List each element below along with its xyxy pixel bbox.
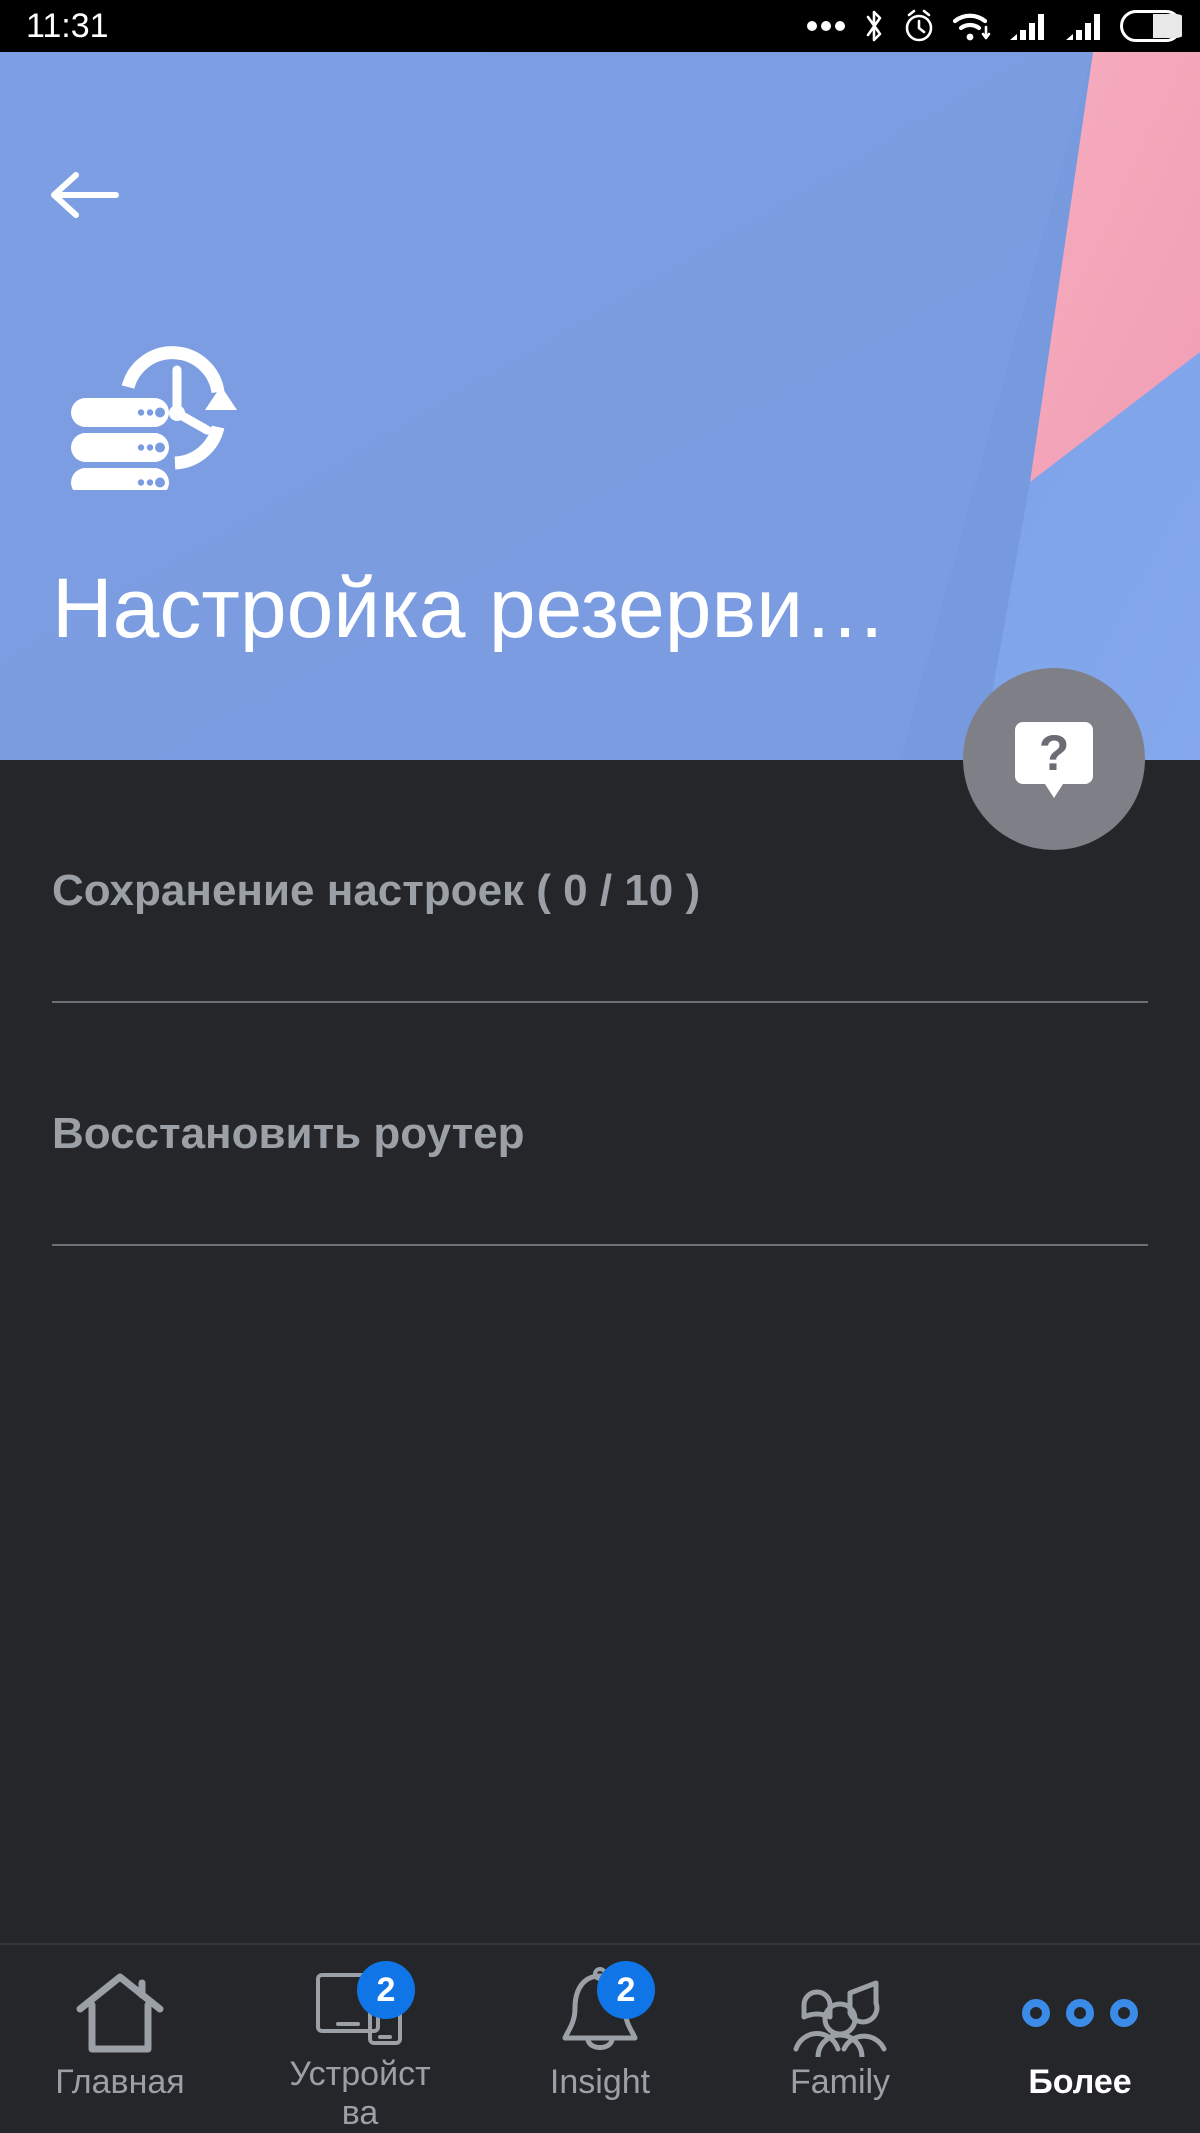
nav-item-home[interactable]: Главная bbox=[0, 1945, 240, 2133]
status-bar-clock: 11:31 bbox=[26, 7, 109, 45]
nav-icon-devices-wrap: 2 bbox=[305, 1961, 415, 2053]
back-arrow-icon bbox=[51, 172, 119, 218]
nav-label-more: Более bbox=[1028, 2063, 1132, 2101]
bluetooth-icon bbox=[862, 8, 886, 44]
nav-icon-insight-wrap: 2 bbox=[545, 1961, 655, 2061]
bottom-navigation-bar: Главная 2 Устройства 2 Insight Family Бо… bbox=[0, 1943, 1200, 2133]
nav-icon-home-wrap bbox=[65, 1965, 175, 2061]
help-question-bubble-icon: ? bbox=[1015, 722, 1093, 798]
restore-router-row[interactable]: Восстановить роутер bbox=[0, 1003, 1200, 1246]
nav-item-more[interactable]: Более bbox=[960, 1945, 1200, 2133]
more-dots-icon bbox=[806, 19, 846, 33]
backup-database-clock-icon bbox=[55, 330, 245, 497]
home-icon bbox=[76, 1973, 164, 2053]
insight-badge: 2 bbox=[597, 1961, 655, 2019]
save-settings-label: Сохранение настроек ( 0 / 10 ) bbox=[52, 866, 701, 915]
devices-badge: 2 bbox=[357, 1961, 415, 2019]
help-button[interactable]: ? bbox=[963, 668, 1145, 850]
more-dot-1 bbox=[1022, 1999, 1050, 2027]
app-screen: 11:31 Настройка резерви… ? Сохранение на… bbox=[0, 0, 1200, 2133]
page-title: Настройка резерви… bbox=[52, 564, 887, 653]
nav-label-devices: Устройства bbox=[289, 2054, 431, 2132]
battery-icon bbox=[1120, 10, 1182, 42]
signal-sim2-icon bbox=[1064, 10, 1104, 42]
nav-item-family[interactable]: Family bbox=[720, 1945, 960, 2133]
nav-icon-more-wrap bbox=[1022, 1965, 1138, 2061]
page-header: Настройка резерви… bbox=[0, 52, 1200, 760]
status-bar: 11:31 bbox=[0, 0, 1200, 52]
more-dot-2 bbox=[1066, 1999, 1094, 2027]
nav-item-devices[interactable]: 2 Устройства bbox=[240, 1945, 480, 2133]
wifi-icon bbox=[952, 9, 992, 43]
nav-item-insight[interactable]: 2 Insight bbox=[480, 1945, 720, 2133]
back-button[interactable] bbox=[42, 160, 126, 230]
nav-label-insight: Insight bbox=[549, 2063, 651, 2101]
alarm-clock-icon bbox=[902, 8, 936, 44]
help-question-mark: ? bbox=[1039, 725, 1070, 781]
family-icon bbox=[793, 1980, 887, 2057]
restore-router-label: Восстановить роутер bbox=[52, 1109, 525, 1158]
nav-label-home: Главная bbox=[55, 2063, 185, 2101]
nav-label-family: Family bbox=[789, 2063, 891, 2101]
more-dot-3 bbox=[1110, 1999, 1138, 2027]
signal-sim1-icon bbox=[1008, 10, 1048, 42]
nav-icon-family-wrap bbox=[785, 1965, 895, 2061]
more-dots-icon bbox=[1022, 1999, 1138, 2027]
list-divider bbox=[52, 1244, 1148, 1246]
status-bar-icons bbox=[806, 8, 1182, 44]
